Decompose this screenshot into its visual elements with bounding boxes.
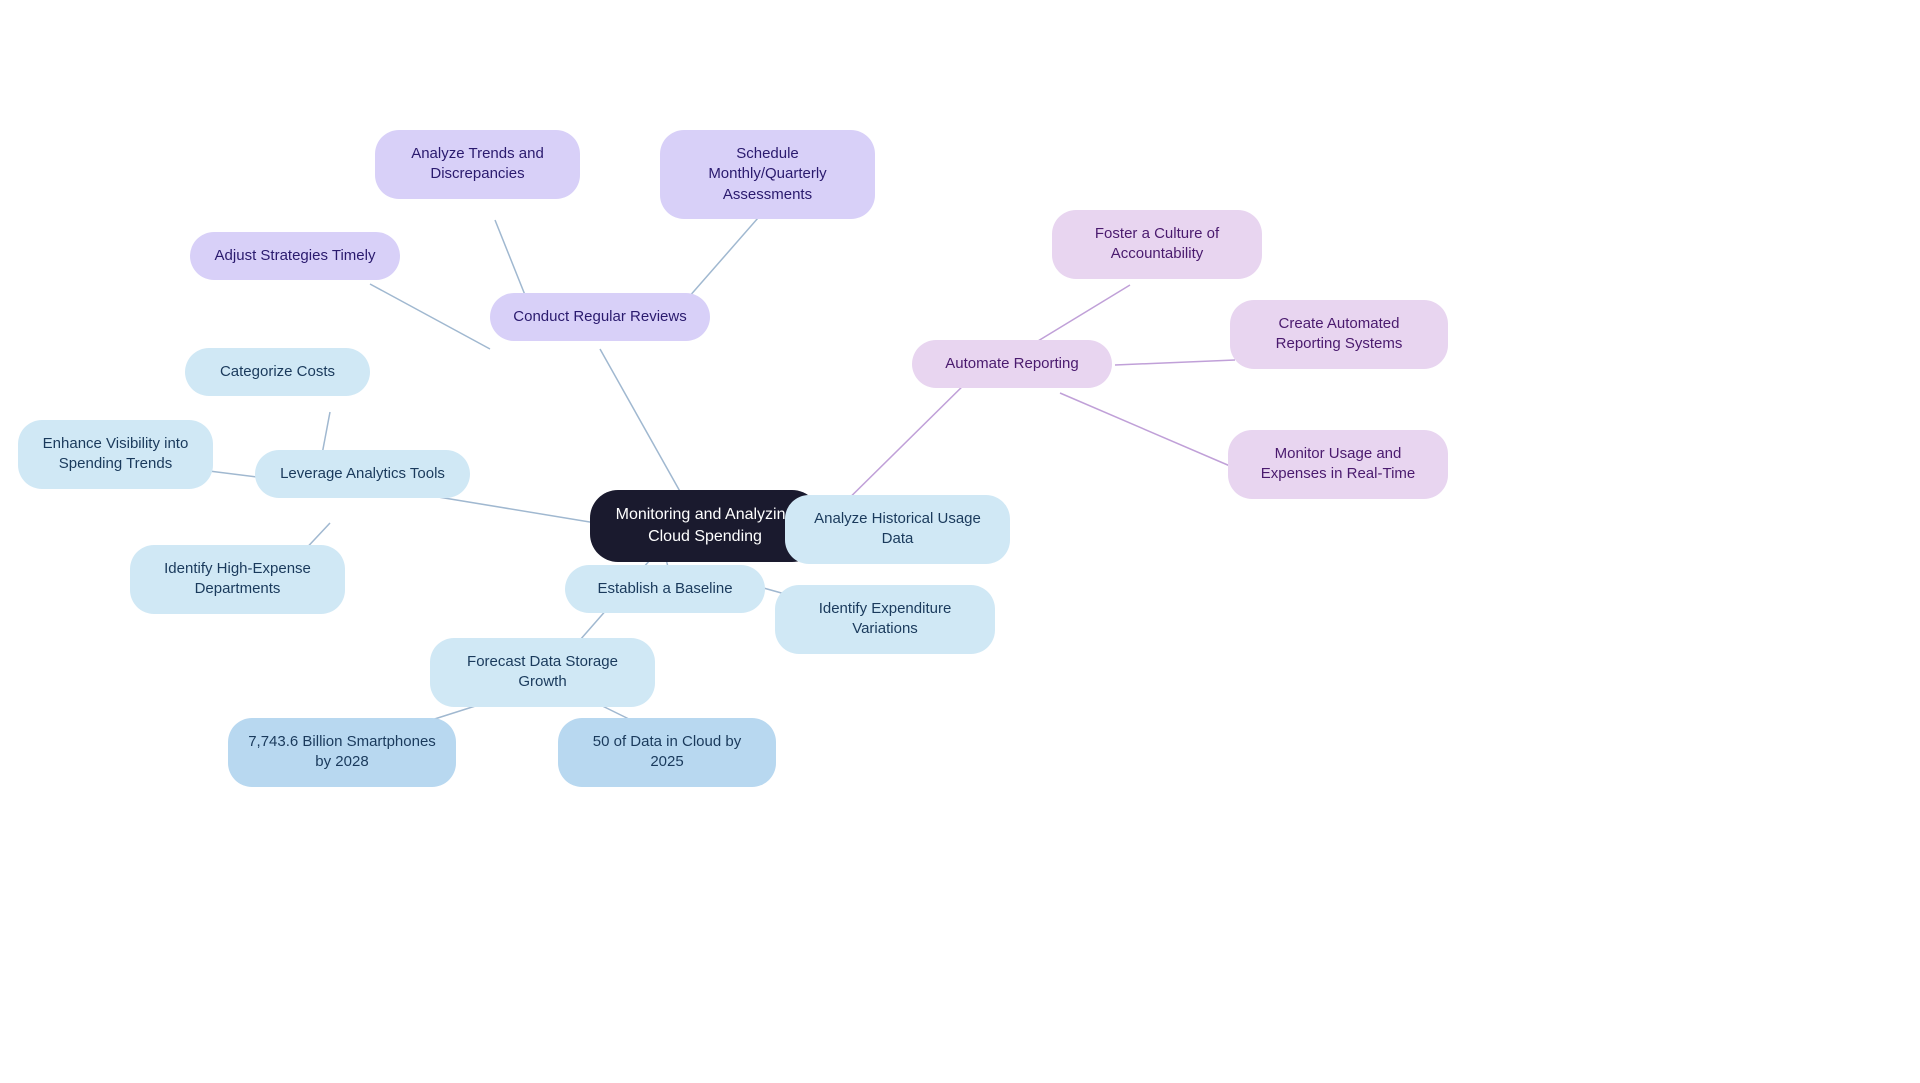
adjust-strategies-node: Adjust Strategies Timely (190, 232, 400, 280)
cloud-data-node: 50 of Data in Cloud by 2025 (558, 718, 776, 787)
categorize-costs-node: Categorize Costs (185, 348, 370, 396)
automate-reporting-node: Automate Reporting (912, 340, 1112, 388)
schedule-assessments-node: Schedule Monthly/Quarterly Assessments (660, 130, 875, 219)
smartphones-node: 7,743.6 Billion Smartphones by 2028 (228, 718, 456, 787)
identify-high-expense-node: Identify High-Expense Departments (130, 545, 345, 614)
establish-baseline-node: Establish a Baseline (565, 565, 765, 613)
forecast-storage-node: Forecast Data Storage Growth (430, 638, 655, 707)
analyze-trends-node: Analyze Trends and Discrepancies (375, 130, 580, 199)
foster-culture-node: Foster a Culture of Accountability (1052, 210, 1262, 279)
leverage-analytics-node: Leverage Analytics Tools (255, 450, 470, 498)
enhance-visibility-node: Enhance Visibility into Spending Trends (18, 420, 213, 489)
conduct-regular-reviews-node: Conduct Regular Reviews (490, 293, 710, 341)
create-automated-node: Create Automated Reporting Systems (1230, 300, 1448, 369)
identify-expenditure-node: Identify Expenditure Variations (775, 585, 995, 654)
monitor-usage-node: Monitor Usage and Expenses in Real-Time (1228, 430, 1448, 499)
analyze-historical-node: Analyze Historical Usage Data (785, 495, 1010, 564)
